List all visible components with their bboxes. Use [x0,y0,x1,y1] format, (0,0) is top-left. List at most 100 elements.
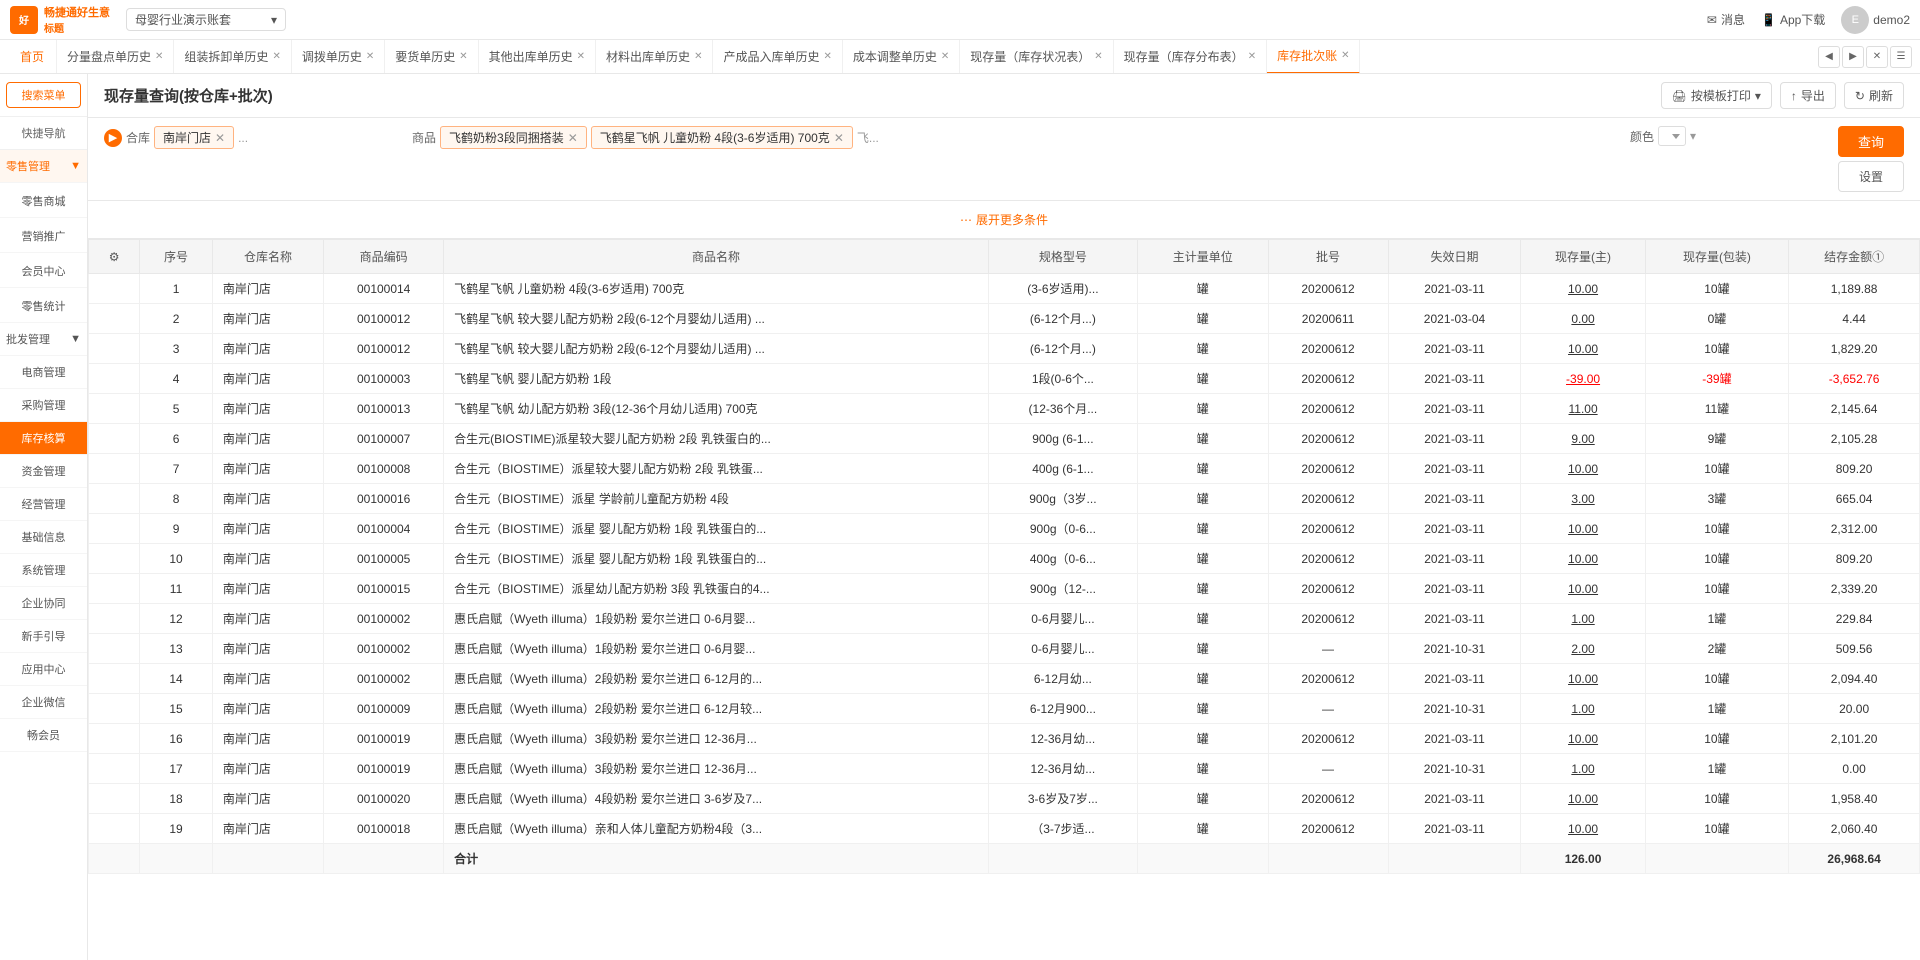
tab-9[interactable]: 现存量（库存状况表） ✕ [960,40,1113,74]
table-cell: 11 [140,574,213,604]
app-download-btn[interactable]: 📱 App下载 [1761,11,1825,28]
close-tab-10[interactable]: ✕ [1248,51,1256,62]
expand-btn[interactable]: ▶ [104,129,122,147]
table-cell: 10罐 [1645,574,1789,604]
tab-7[interactable]: 产成品入库单历史 ✕ [713,40,842,74]
table-cell[interactable]: 1.00 [1521,694,1645,724]
sidebar-item-marketing[interactable]: 营销推广 [0,218,87,253]
nav-close-btn[interactable]: ✕ [1866,46,1888,68]
table-cell[interactable]: 10.00 [1521,334,1645,364]
table-cell: 20200612 [1268,724,1388,754]
sidebar-item-guide[interactable]: 新手引导 [0,620,87,653]
tab-6[interactable]: 材料出库单历史 ✕ [596,40,713,74]
table-cell[interactable]: 10.00 [1521,574,1645,604]
remove-product-tag-2[interactable]: ✕ [834,131,844,145]
product-more[interactable]: 飞... [857,129,879,146]
close-tab-11[interactable]: ✕ [1341,50,1349,61]
tab-5[interactable]: 其他出库单历史 ✕ [479,40,596,74]
table-cell: 2021-03-11 [1388,484,1521,514]
tab-2[interactable]: 组装拆卸单历史 ✕ [174,40,291,74]
user-area[interactable]: E demo2 [1841,6,1910,34]
close-tab-8[interactable]: ✕ [941,51,949,62]
table-cell: 2021-03-11 [1388,274,1521,304]
setting-btn[interactable]: 设置 [1838,161,1904,192]
tab-8[interactable]: 成本调整单历史 ✕ [843,40,960,74]
print-btn[interactable]: 🖨 按模板打印 ▾ [1661,82,1772,109]
table-cell[interactable]: 10.00 [1521,514,1645,544]
remove-product-tag-1[interactable]: ✕ [568,131,578,145]
sidebar-item-operations[interactable]: 经营管理 [0,488,87,521]
query-btn[interactable]: 查询 [1838,126,1904,157]
close-tab-4[interactable]: ✕ [459,51,467,62]
sidebar-item-collab[interactable]: 企业协同 [0,587,87,620]
product-tag-1[interactable]: 飞鹤奶粉3段同捆搭装 ✕ [440,126,587,149]
th-settings[interactable]: ⚙ [89,240,140,274]
table-cell[interactable]: 10.00 [1521,544,1645,574]
warehouse-tag-1[interactable]: 南岸门店 ✕ [154,126,234,149]
table-cell[interactable]: 10.00 [1521,274,1645,304]
table-cell: 400g（0-6... [988,544,1137,574]
close-tab-1[interactable]: ✕ [155,51,163,62]
table-container: ⚙ 序号 仓库名称 商品编码 商品名称 规格型号 主计量单位 批号 失效日期 现… [88,239,1920,960]
table-cell[interactable]: 1.00 [1521,604,1645,634]
close-tab-7[interactable]: ✕ [823,51,831,62]
close-tab-6[interactable]: ✕ [694,51,702,62]
table-cell[interactable]: 10.00 [1521,814,1645,844]
table-cell: 惠氏启赋（Wyeth illuma）3段奶粉 爱尔兰进口 12-36月... [444,724,989,754]
table-cell[interactable]: 1.00 [1521,754,1645,784]
table-cell: 900g（12-... [988,574,1137,604]
sidebar-item-retail-stats[interactable]: 零售统计 [0,288,87,323]
sidebar-item-retail-mgmt[interactable]: 零售管理 ▼ [0,150,87,183]
sidebar-item-inventory[interactable]: 库存核算 [0,422,87,455]
table-cell[interactable]: 3.00 [1521,484,1645,514]
table-cell[interactable]: 10.00 [1521,784,1645,814]
table-cell[interactable]: -39.00 [1521,364,1645,394]
sidebar-item-wholesale[interactable]: 批发管理 ▼ [0,323,87,356]
table-cell[interactable]: 2.00 [1521,634,1645,664]
tab-4[interactable]: 要货单历史 ✕ [385,40,478,74]
sidebar-item-retail-mall[interactable]: 零售商城 [0,183,87,218]
sidebar-item-ecom[interactable]: 电商管理 [0,356,87,389]
sidebar-item-basics[interactable]: 基础信息 [0,521,87,554]
refresh-btn[interactable]: ↻ 刷新 [1844,82,1904,109]
industry-select[interactable]: 母婴行业演示账套 ▾ [126,8,286,31]
settings-icon[interactable]: ⚙ [109,250,120,264]
close-tab-3[interactable]: ✕ [366,51,374,62]
sidebar-item-purchase[interactable]: 采购管理 [0,389,87,422]
table-cell[interactable]: 0.00 [1521,304,1645,334]
tab-home[interactable]: 首页 [8,40,57,74]
table-cell[interactable]: 10.00 [1521,664,1645,694]
quick-nav-btn[interactable]: 快捷导航 [0,121,87,145]
color-select[interactable] [1658,126,1686,146]
table-cell: 00100012 [324,304,444,334]
sidebar-item-member2[interactable]: 畅会员 [0,719,87,752]
close-tab-5[interactable]: ✕ [577,51,585,62]
tab-3[interactable]: 调拨单历史 ✕ [292,40,385,74]
nav-next-btn[interactable]: ▶ [1842,46,1864,68]
tab-1[interactable]: 分量盘点单历史 ✕ [57,40,174,74]
sidebar-item-finance[interactable]: 资金管理 [0,455,87,488]
export-btn[interactable]: ↑ 导出 [1780,82,1836,109]
sidebar-item-system[interactable]: 系统管理 [0,554,87,587]
table-cell: 罐 [1137,724,1268,754]
product-tag-2[interactable]: 飞鹤星飞帆 儿童奶粉 4段(3-6岁适用) 700克 ✕ [591,126,853,149]
sidebar-item-wechat[interactable]: 企业微信 [0,686,87,719]
table-cell[interactable]: 9.00 [1521,424,1645,454]
table-cell[interactable]: 11.00 [1521,394,1645,424]
sidebar-item-member[interactable]: 会员中心 [0,253,87,288]
warehouse-more[interactable]: ... [238,131,248,145]
table-cell[interactable]: 10.00 [1521,454,1645,484]
message-btn[interactable]: ✉ 消息 [1707,11,1745,28]
close-tab-9[interactable]: ✕ [1094,51,1102,62]
expand-more-btn[interactable]: ⋯ 展开更多条件 [960,211,1048,228]
tab-10[interactable]: 现存量（库存分布表） ✕ [1114,40,1267,74]
nav-more-btn[interactable]: ☰ [1890,46,1912,68]
table-cell[interactable]: 10.00 [1521,724,1645,754]
table-cell: 2021-03-11 [1388,454,1521,484]
close-tab-2[interactable]: ✕ [272,51,280,62]
sidebar-item-apps[interactable]: 应用中心 [0,653,87,686]
nav-prev-btn[interactable]: ◀ [1818,46,1840,68]
search-menu-btn[interactable]: 搜索菜单 [6,82,81,108]
remove-warehouse-tag[interactable]: ✕ [215,131,225,145]
tab-11[interactable]: 库存批次账 ✕ [1267,40,1360,74]
